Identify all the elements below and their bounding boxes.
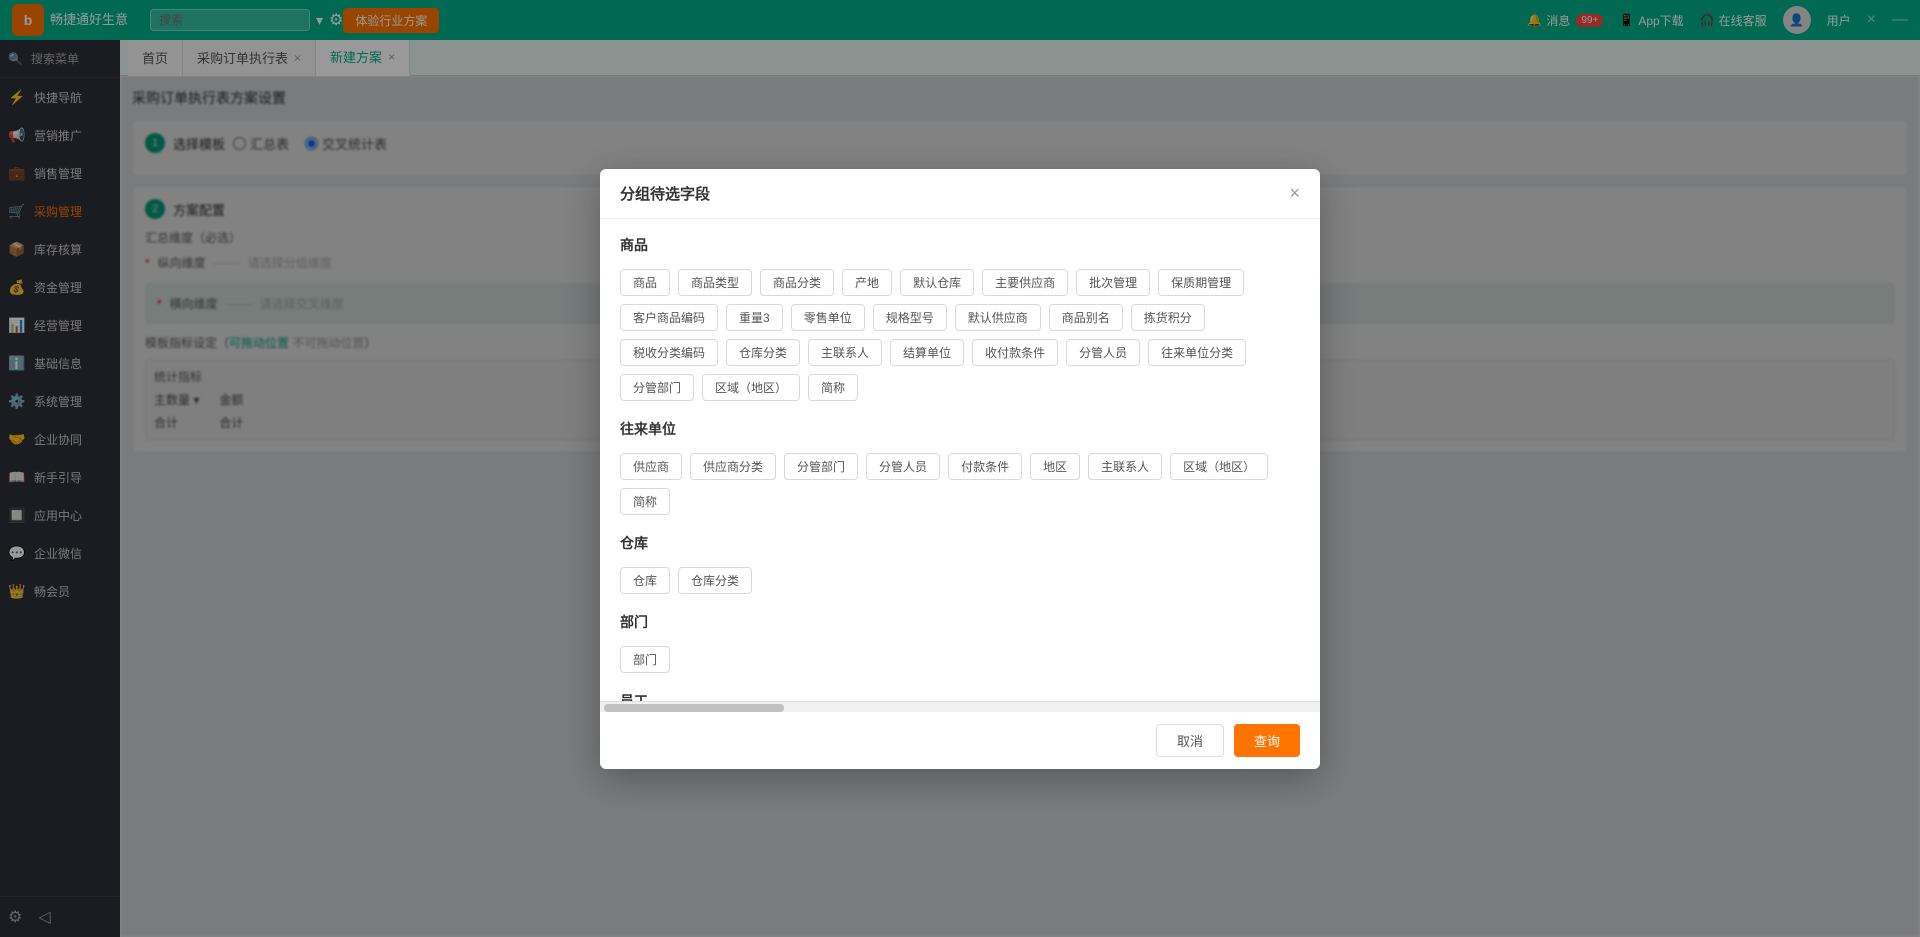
field-tag-0-18[interactable]: 结算单位 bbox=[890, 339, 964, 366]
field-tag-0-12[interactable]: 默认供应商 bbox=[955, 304, 1041, 331]
field-tag-0-8[interactable]: 客户商品编码 bbox=[620, 304, 718, 331]
field-tag-3-0[interactable]: 部门 bbox=[620, 646, 670, 673]
field-tag-0-21[interactable]: 往来单位分类 bbox=[1148, 339, 1246, 366]
field-tag-0-14[interactable]: 拣货积分 bbox=[1131, 304, 1205, 331]
field-tag-0-13[interactable]: 商品别名 bbox=[1049, 304, 1123, 331]
horizontal-scrollbar[interactable] bbox=[600, 701, 1320, 710]
modal-footer: 取消 查询 bbox=[600, 711, 1320, 769]
field-tag-1-2[interactable]: 分管部门 bbox=[784, 453, 858, 480]
modal-title: 分组待选字段 bbox=[620, 183, 710, 204]
field-tag-1-0[interactable]: 供应商 bbox=[620, 453, 682, 480]
field-tag-0-19[interactable]: 收付款条件 bbox=[972, 339, 1058, 366]
field-tag-0-16[interactable]: 仓库分类 bbox=[726, 339, 800, 366]
modal-close-button[interactable]: × bbox=[1289, 183, 1300, 204]
confirm-button[interactable]: 查询 bbox=[1234, 724, 1300, 757]
field-tag-0-1[interactable]: 商品类型 bbox=[678, 269, 752, 296]
field-tag-0-11[interactable]: 规格型号 bbox=[873, 304, 947, 331]
field-tag-1-4[interactable]: 付款条件 bbox=[948, 453, 1022, 480]
field-tag-0-7[interactable]: 保质期管理 bbox=[1158, 269, 1244, 296]
field-tag-0-9[interactable]: 重量3 bbox=[726, 304, 783, 331]
field-tag-0-20[interactable]: 分管人员 bbox=[1066, 339, 1140, 366]
field-group-4: 员工业务员 bbox=[620, 691, 1300, 702]
field-tags-1: 供应商供应商分类分管部门分管人员付款条件地区主联系人区域（地区） 简称 bbox=[620, 453, 1300, 515]
field-tags-3: 部门 bbox=[620, 646, 1300, 673]
field-group-3: 部门部门 bbox=[620, 612, 1300, 673]
field-tag-0-10[interactable]: 零售单位 bbox=[791, 304, 865, 331]
field-group-title-3: 部门 bbox=[620, 612, 1300, 636]
field-tag-1-5[interactable]: 地区 bbox=[1030, 453, 1080, 480]
field-tag-0-22[interactable]: 分管部门 bbox=[620, 374, 694, 401]
field-tag-0-23[interactable]: 区域（地区） bbox=[702, 374, 800, 401]
field-tag-0-0[interactable]: 商品 bbox=[620, 269, 670, 296]
modal-body[interactable]: 商品商品商品类型商品分类产地默认仓库主要供应商批次管理保质期管理客户商品编码重量… bbox=[600, 219, 1320, 702]
field-tag-0-6[interactable]: 批次管理 bbox=[1076, 269, 1150, 296]
cancel-button[interactable]: 取消 bbox=[1156, 724, 1224, 757]
field-tag-0-24[interactable]: 简称 bbox=[808, 374, 858, 401]
field-tag-2-0[interactable]: 仓库 bbox=[620, 567, 670, 594]
field-tag-1-3[interactable]: 分管人员 bbox=[866, 453, 940, 480]
field-group-title-1: 往来单位 bbox=[620, 419, 1300, 443]
field-tags-0: 商品商品类型商品分类产地默认仓库主要供应商批次管理保质期管理客户商品编码重量3 零… bbox=[620, 269, 1300, 401]
field-tag-1-7[interactable]: 区域（地区） bbox=[1170, 453, 1268, 480]
field-group-0: 商品商品商品类型商品分类产地默认仓库主要供应商批次管理保质期管理客户商品编码重量… bbox=[620, 235, 1300, 401]
field-tag-0-3[interactable]: 产地 bbox=[842, 269, 892, 296]
field-tag-0-17[interactable]: 主联系人 bbox=[808, 339, 882, 366]
modal-overlay: 分组待选字段 × 商品商品商品类型商品分类产地默认仓库主要供应商批次管理保质期管… bbox=[0, 0, 1920, 937]
field-tag-1-6[interactable]: 主联系人 bbox=[1088, 453, 1162, 480]
modal-dialog: 分组待选字段 × 商品商品商品类型商品分类产地默认仓库主要供应商批次管理保质期管… bbox=[600, 169, 1320, 769]
field-tag-2-1[interactable]: 仓库分类 bbox=[678, 567, 752, 594]
field-group-title-0: 商品 bbox=[620, 235, 1300, 259]
field-group-1: 往来单位供应商供应商分类分管部门分管人员付款条件地区主联系人区域（地区） 简称 bbox=[620, 419, 1300, 515]
field-tag-1-8[interactable]: 简称 bbox=[620, 488, 670, 515]
field-tag-0-5[interactable]: 主要供应商 bbox=[982, 269, 1068, 296]
field-group-title-2: 仓库 bbox=[620, 533, 1300, 557]
modal-header: 分组待选字段 × bbox=[600, 169, 1320, 219]
scroll-thumb bbox=[604, 704, 784, 712]
field-tags-2: 仓库仓库分类 bbox=[620, 567, 1300, 594]
field-group-2: 仓库仓库仓库分类 bbox=[620, 533, 1300, 594]
field-tag-1-1[interactable]: 供应商分类 bbox=[690, 453, 776, 480]
field-group-title-4: 员工 bbox=[620, 691, 1300, 702]
field-tag-0-15[interactable]: 税收分类编码 bbox=[620, 339, 718, 366]
field-tag-0-2[interactable]: 商品分类 bbox=[760, 269, 834, 296]
field-tag-0-4[interactable]: 默认仓库 bbox=[900, 269, 974, 296]
